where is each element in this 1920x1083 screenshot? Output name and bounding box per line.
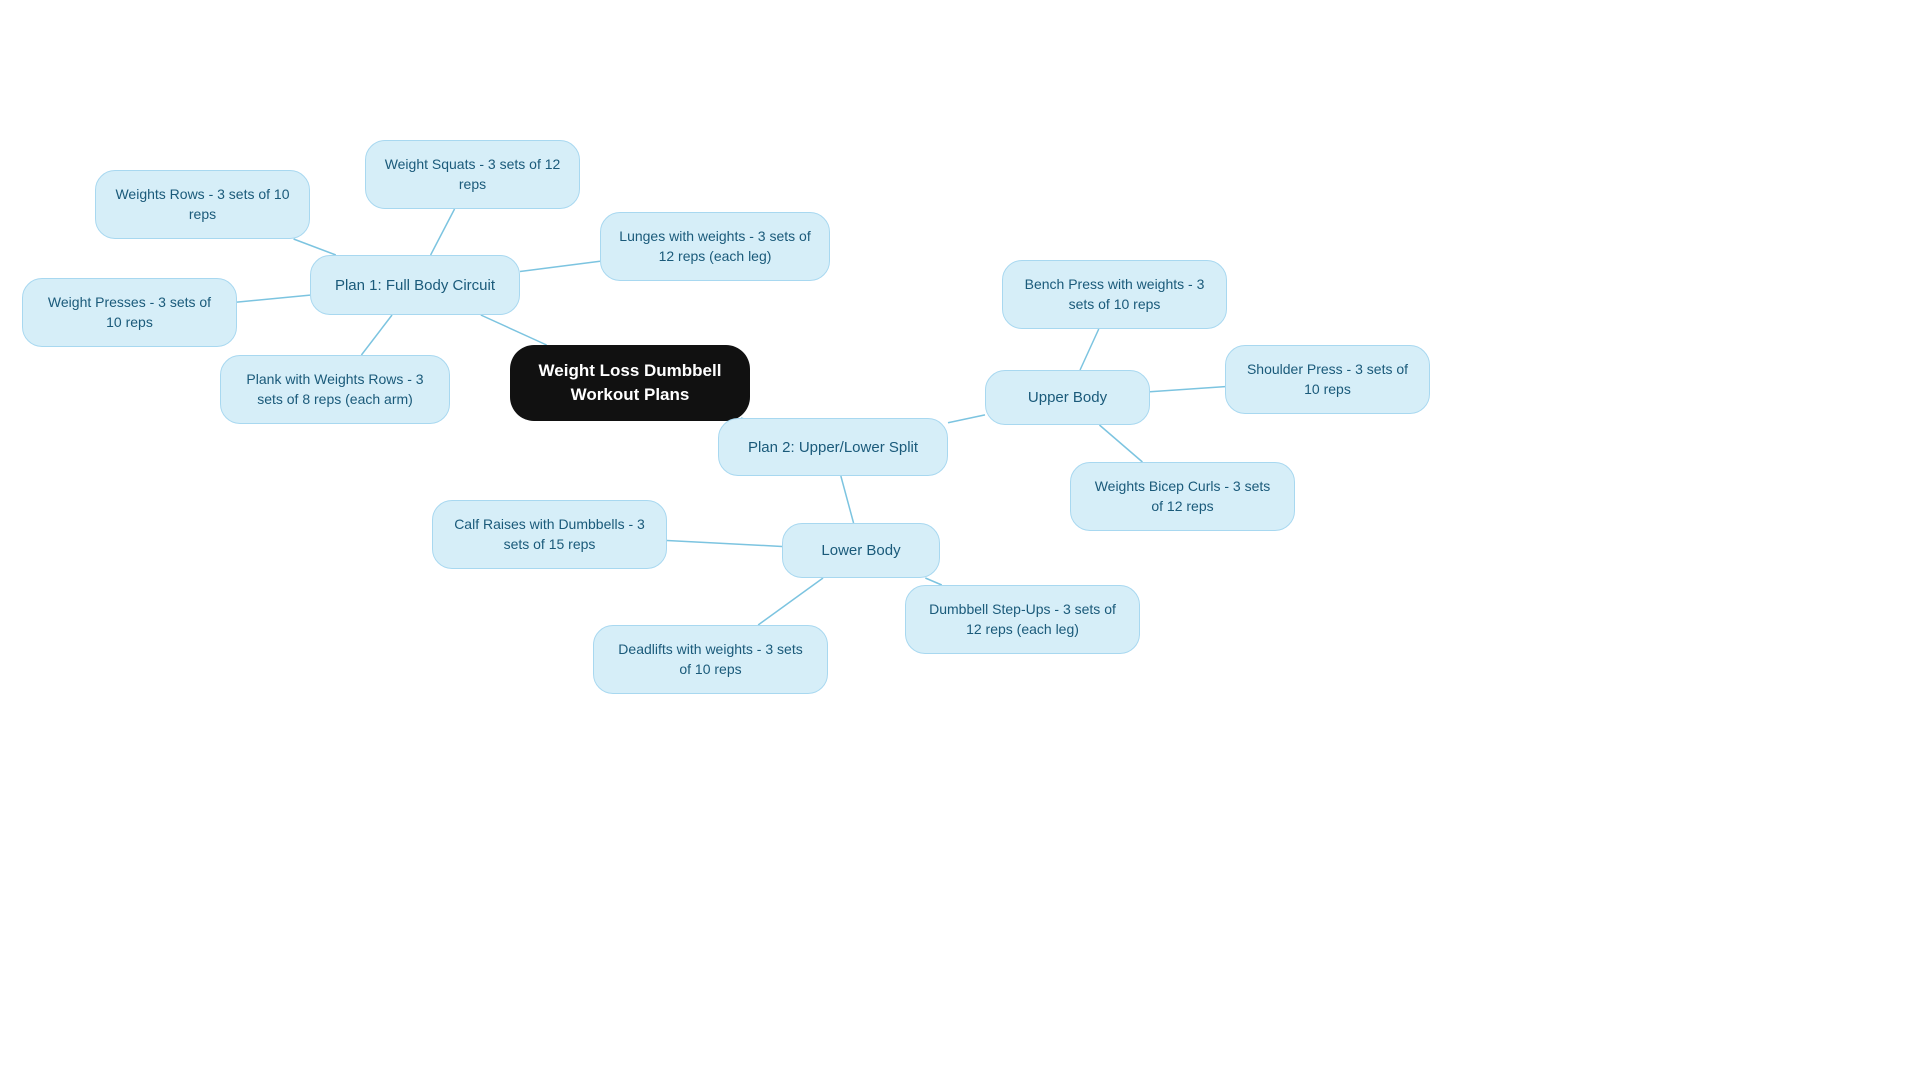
bicep-curls-label: Weights Bicep Curls - 3 sets of 12 reps [1089,477,1276,516]
shoulder-press-node: Shoulder Press - 3 sets of 10 reps [1225,345,1430,414]
weight-presses-node: Weight Presses - 3 sets of 10 reps [22,278,237,347]
deadlifts-node: Deadlifts with weights - 3 sets of 10 re… [593,625,828,694]
plan2-label: Plan 2: Upper/Lower Split [748,437,918,458]
mind-map: Weight Loss Dumbbell Workout Plans Plan … [0,0,1920,1083]
center-label: Weight Loss Dumbbell Workout Plans [528,359,732,407]
connection-lines [0,0,1920,1083]
upper-body-label: Upper Body [1028,387,1107,408]
shoulder-press-label: Shoulder Press - 3 sets of 10 reps [1244,360,1411,399]
weights-rows-node: Weights Rows - 3 sets of 10 reps [95,170,310,239]
dumbbell-stepups-label: Dumbbell Step-Ups - 3 sets of 12 reps (e… [924,600,1121,639]
plan2-node: Plan 2: Upper/Lower Split [718,418,948,476]
weights-rows-label: Weights Rows - 3 sets of 10 reps [114,185,291,224]
bench-press-label: Bench Press with weights - 3 sets of 10 … [1021,275,1208,314]
lower-body-label: Lower Body [821,540,900,561]
lower-body-node: Lower Body [782,523,940,578]
lunges-node: Lunges with weights - 3 sets of 12 reps … [600,212,830,281]
plan1-node: Plan 1: Full Body Circuit [310,255,520,315]
upper-body-node: Upper Body [985,370,1150,425]
lunges-label: Lunges with weights - 3 sets of 12 reps … [619,227,811,266]
weight-squats-label: Weight Squats - 3 sets of 12 reps [384,155,561,194]
calf-raises-node: Calf Raises with Dumbbells - 3 sets of 1… [432,500,667,569]
bench-press-node: Bench Press with weights - 3 sets of 10 … [1002,260,1227,329]
plan1-label: Plan 1: Full Body Circuit [335,275,495,296]
plank-node: Plank with Weights Rows - 3 sets of 8 re… [220,355,450,424]
dumbbell-stepups-node: Dumbbell Step-Ups - 3 sets of 12 reps (e… [905,585,1140,654]
weight-presses-label: Weight Presses - 3 sets of 10 reps [41,293,218,332]
center-node: Weight Loss Dumbbell Workout Plans [510,345,750,421]
bicep-curls-node: Weights Bicep Curls - 3 sets of 12 reps [1070,462,1295,531]
plank-label: Plank with Weights Rows - 3 sets of 8 re… [239,370,431,409]
calf-raises-label: Calf Raises with Dumbbells - 3 sets of 1… [451,515,648,554]
weight-squats-node: Weight Squats - 3 sets of 12 reps [365,140,580,209]
deadlifts-label: Deadlifts with weights - 3 sets of 10 re… [612,640,809,679]
